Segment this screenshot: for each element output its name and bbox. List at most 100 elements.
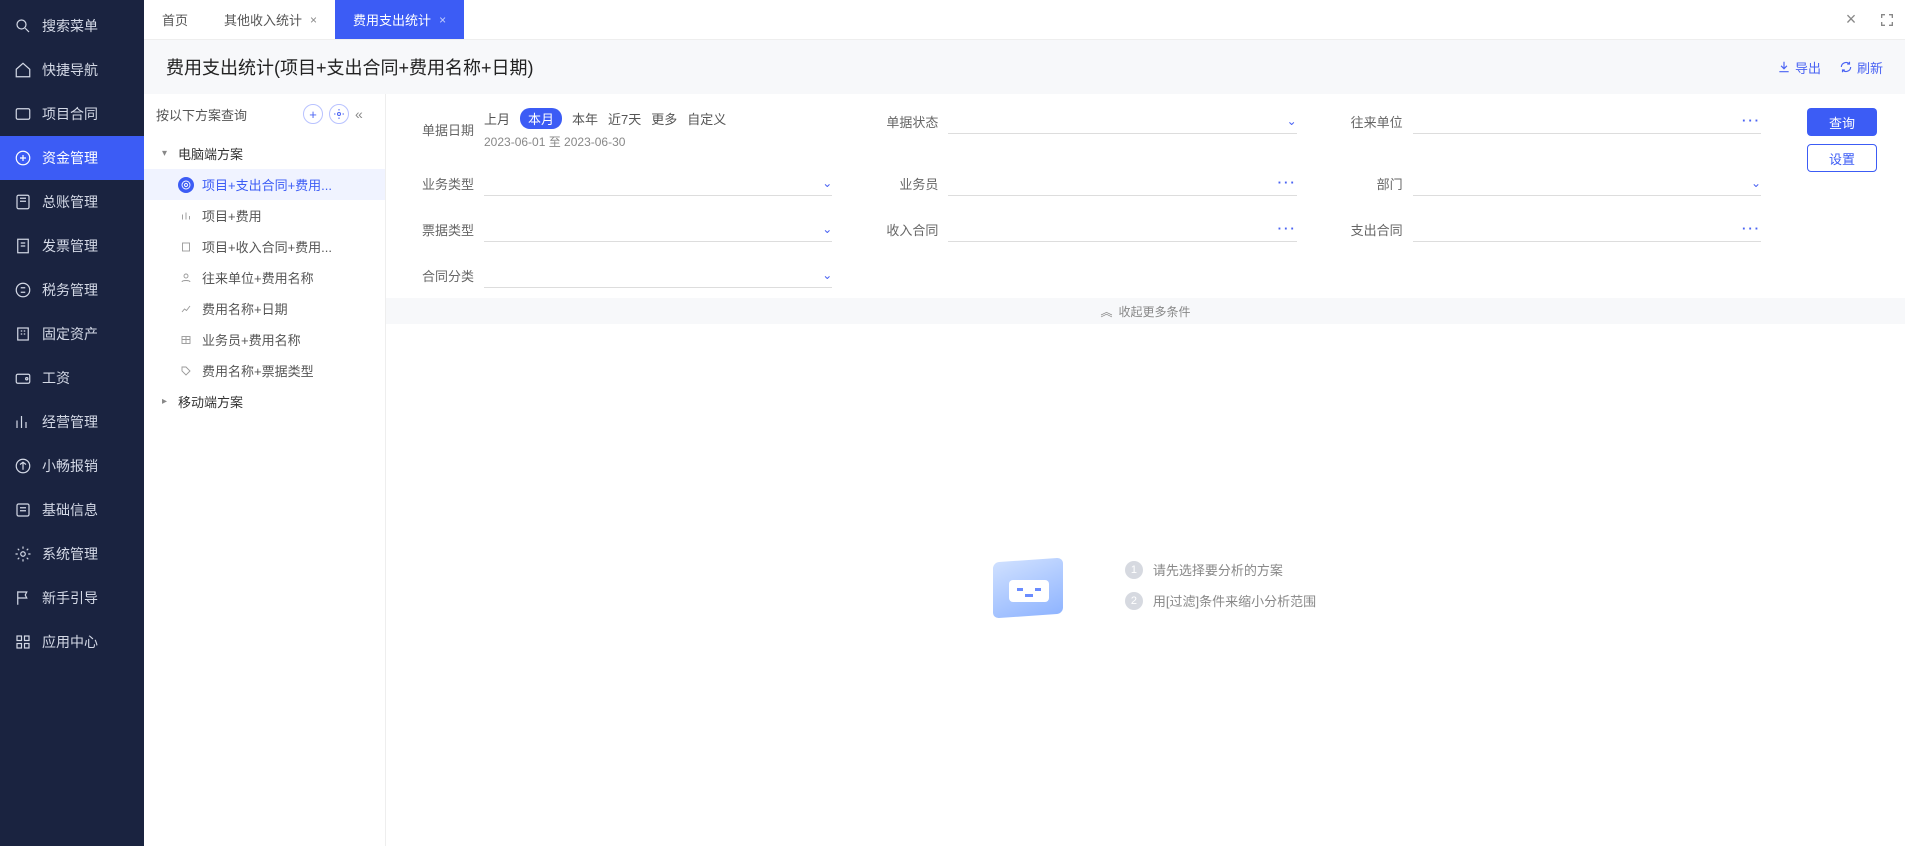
scheme-item-s7[interactable]: 费用名称+票据类型	[144, 355, 385, 386]
tax-icon	[14, 281, 32, 299]
close-icon[interactable]: ×	[310, 13, 317, 27]
scheme-item-s4[interactable]: 往来单位+费用名称	[144, 262, 385, 293]
sidebar-item-base[interactable]: 基础信息	[0, 488, 144, 532]
sidebar-item-reimburse[interactable]: 小畅报销	[0, 444, 144, 488]
date-opt-this-year[interactable]: 本年	[572, 109, 598, 128]
step-badge: 2	[1125, 592, 1143, 610]
sidebar-item-ledger[interactable]: 总账管理	[0, 180, 144, 224]
filter-salesman-lookup[interactable]: ···	[948, 170, 1296, 196]
page-title: 费用支出统计(项目+支出合同+费用名称+日期)	[166, 54, 534, 80]
wallet-icon	[14, 369, 32, 387]
tab-home[interactable]: 首页	[144, 0, 206, 39]
scheme-group-mobile[interactable]: ▸移动端方案	[144, 386, 385, 417]
sidebar-item-salary[interactable]: 工资	[0, 356, 144, 400]
sidebar-item-tax[interactable]: 税务管理	[0, 268, 144, 312]
sidebar: 搜索菜单 快捷导航 项目合同 资金管理 总账管理 发票管理 税务管理 固定资产 …	[0, 0, 144, 846]
ellipsis-icon: ···	[1742, 113, 1761, 128]
add-scheme-button[interactable]: +	[303, 104, 323, 124]
sidebar-item-invoice[interactable]: 发票管理	[0, 224, 144, 268]
coin-icon	[14, 457, 32, 475]
grid-icon	[14, 633, 32, 651]
gear-icon	[14, 545, 32, 563]
user-icon	[178, 270, 194, 286]
sidebar-item-appcenter[interactable]: 应用中心	[0, 620, 144, 664]
receipt-icon	[14, 237, 32, 255]
scheme-item-s1[interactable]: 项目+支出合同+费用...	[144, 169, 385, 200]
folder-icon	[14, 105, 32, 123]
table-icon	[178, 332, 194, 348]
ellipsis-icon: ···	[1742, 221, 1761, 236]
chevron-down-icon: ⌄	[822, 176, 832, 190]
collapse-scheme-icon[interactable]: «	[355, 106, 373, 122]
query-button[interactable]: 查询	[1807, 108, 1877, 136]
filter-status-select[interactable]: ⌄	[948, 108, 1296, 134]
scheme-item-s5[interactable]: 费用名称+日期	[144, 293, 385, 324]
date-opt-7days[interactable]: 近7天	[608, 109, 641, 128]
search-icon	[14, 17, 32, 35]
target-icon	[178, 177, 194, 193]
scheme-title: 按以下方案查询	[156, 105, 297, 124]
doc-icon	[178, 239, 194, 255]
filter-expense-contract-lookup[interactable]: ···	[1413, 216, 1761, 242]
sidebar-item-manage[interactable]: 经营管理	[0, 400, 144, 444]
main: 首页 其他收入统计× 费用支出统计× × 费用支出统计(项目+支出合同+费用名称…	[144, 0, 1905, 846]
chevron-up-icon: ︽	[1100, 303, 1112, 320]
chart-icon	[14, 413, 32, 431]
chevron-down-icon: ⌄	[822, 222, 832, 236]
scheme-item-s3[interactable]: 项目+收入合同+费用...	[144, 231, 385, 262]
ellipsis-icon: ···	[1278, 175, 1297, 190]
scheme-group-pc[interactable]: ▾电脑端方案	[144, 138, 385, 169]
sidebar-item-asset[interactable]: 固定资产	[0, 312, 144, 356]
empty-illustration	[975, 530, 1085, 640]
filter-biztype-select[interactable]: ⌄	[484, 170, 832, 196]
sidebar-item-quick[interactable]: 快捷导航	[0, 48, 144, 92]
tag-icon	[178, 363, 194, 379]
sidebar-item-contract[interactable]: 项目合同	[0, 92, 144, 136]
filter-date: 单据日期 上月 本月 本年 近7天 更多 自定义 2023-06-01 至 20…	[414, 108, 832, 150]
date-opt-more[interactable]: 更多	[651, 109, 677, 128]
settings-button[interactable]: 设置	[1807, 144, 1877, 172]
page-header: 费用支出统计(项目+支出合同+费用名称+日期) 导出 刷新	[144, 40, 1905, 94]
export-button[interactable]: 导出	[1777, 58, 1821, 77]
scheme-item-s2[interactable]: 项目+费用	[144, 200, 385, 231]
collapse-filters-button[interactable]: ︽ 收起更多条件	[386, 298, 1905, 324]
home-icon	[14, 61, 32, 79]
sidebar-item-fund[interactable]: 资金管理	[0, 136, 144, 180]
close-all-tabs-button[interactable]: ×	[1833, 9, 1869, 30]
list-icon	[14, 501, 32, 519]
sidebar-item-search[interactable]: 搜索菜单	[0, 4, 144, 48]
date-opt-custom[interactable]: 自定义	[687, 109, 726, 128]
filter-contract-cat-select[interactable]: ⌄	[484, 262, 832, 288]
chevron-down-icon: ⌄	[1751, 176, 1761, 190]
book-icon	[14, 193, 32, 211]
tab-expense-stats[interactable]: 费用支出统计×	[335, 0, 464, 39]
tab-other-income[interactable]: 其他收入统计×	[206, 0, 335, 39]
filter-dept-select[interactable]: ⌄	[1413, 170, 1761, 196]
filter-partner-lookup[interactable]: ···	[1413, 108, 1761, 134]
chevron-down-icon: ⌄	[822, 268, 832, 282]
scheme-settings-button[interactable]	[329, 104, 349, 124]
scheme-item-s6[interactable]: 业务员+费用名称	[144, 324, 385, 355]
sidebar-item-guide[interactable]: 新手引导	[0, 576, 144, 620]
filter-income-contract-lookup[interactable]: ···	[948, 216, 1296, 242]
chevron-down-icon: ⌄	[1287, 114, 1297, 128]
step-badge: 1	[1125, 561, 1143, 579]
bars-icon	[178, 208, 194, 224]
refresh-button[interactable]: 刷新	[1839, 58, 1883, 77]
flag-icon	[14, 589, 32, 607]
chevron-right-icon: ▸	[162, 396, 172, 407]
tabs-row: 首页 其他收入统计× 费用支出统计× ×	[144, 0, 1905, 40]
line-chart-icon	[178, 301, 194, 317]
building-icon	[14, 325, 32, 343]
sidebar-item-system[interactable]: 系统管理	[0, 532, 144, 576]
chevron-down-icon: ▾	[162, 148, 172, 159]
close-icon[interactable]: ×	[439, 13, 446, 27]
scheme-panel: 按以下方案查询 + « ▾电脑端方案 项目+支出合同+费用... 项目+费用 项…	[144, 94, 386, 846]
date-opt-this-month[interactable]: 本月	[520, 108, 562, 129]
money-icon	[14, 149, 32, 167]
filters: 单据日期 上月 本月 本年 近7天 更多 自定义 2023-06-01 至 20…	[386, 94, 1905, 292]
date-opt-prev-month[interactable]: 上月	[484, 109, 510, 128]
date-range-label: 2023-06-01 至 2023-06-30	[484, 133, 832, 150]
fullscreen-icon[interactable]	[1869, 12, 1905, 28]
filter-billtype-select[interactable]: ⌄	[484, 216, 832, 242]
